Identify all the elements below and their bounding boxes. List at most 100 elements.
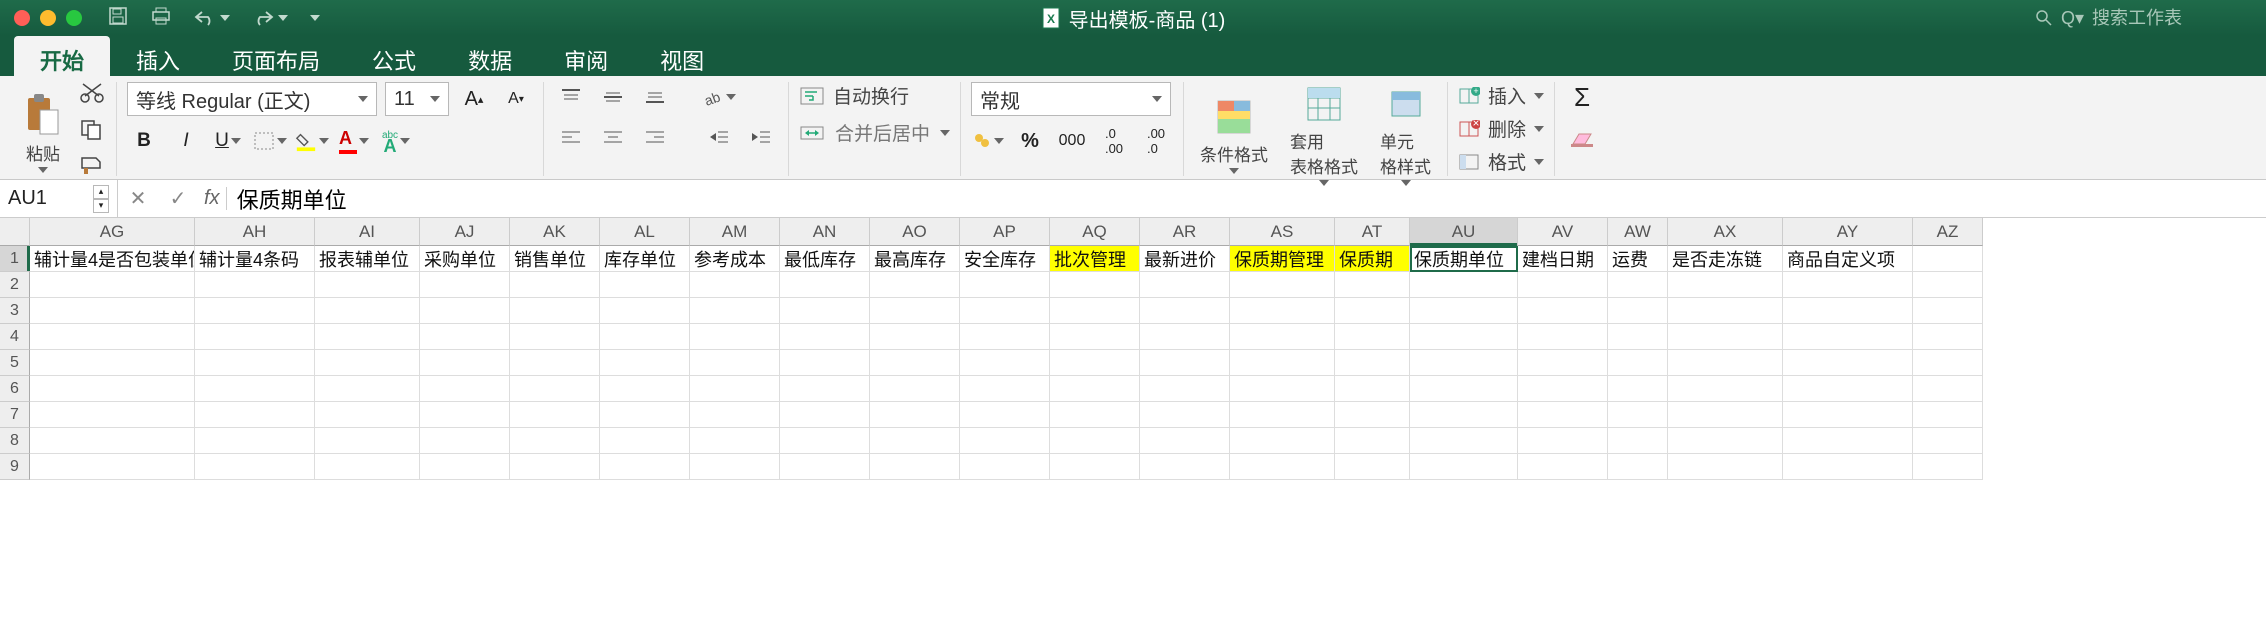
- align-middle-icon[interactable]: [596, 82, 630, 112]
- cell-AO1[interactable]: 最高库存: [870, 246, 960, 272]
- cell-AX5[interactable]: [1668, 350, 1783, 376]
- cell-AV8[interactable]: [1518, 428, 1608, 454]
- fill-color-icon[interactable]: [295, 126, 329, 156]
- col-header-AK[interactable]: AK: [510, 218, 600, 246]
- minimize-window[interactable]: [40, 10, 56, 26]
- col-header-AV[interactable]: AV: [1518, 218, 1608, 246]
- col-header-AT[interactable]: AT: [1335, 218, 1410, 246]
- col-header-AX[interactable]: AX: [1668, 218, 1783, 246]
- cell-AM4[interactable]: [690, 324, 780, 350]
- cell-AQ4[interactable]: [1050, 324, 1140, 350]
- cell-AM3[interactable]: [690, 298, 780, 324]
- cell-AO2[interactable]: [870, 272, 960, 298]
- cell-AN6[interactable]: [780, 376, 870, 402]
- cell-AG5[interactable]: [30, 350, 195, 376]
- accounting-format-icon[interactable]: [971, 126, 1005, 156]
- cell-AR2[interactable]: [1140, 272, 1230, 298]
- cell-AV6[interactable]: [1518, 376, 1608, 402]
- cell-AN8[interactable]: [780, 428, 870, 454]
- cell-AX3[interactable]: [1668, 298, 1783, 324]
- cell-AL1[interactable]: 库存单位: [600, 246, 690, 272]
- cell-AM9[interactable]: [690, 454, 780, 480]
- col-header-AY[interactable]: AY: [1783, 218, 1913, 246]
- row-header-7[interactable]: 7: [0, 402, 30, 428]
- save-icon[interactable]: [108, 6, 128, 31]
- cell-AM2[interactable]: [690, 272, 780, 298]
- cell-AO4[interactable]: [870, 324, 960, 350]
- cell-AM5[interactable]: [690, 350, 780, 376]
- cell-AK5[interactable]: [510, 350, 600, 376]
- undo-icon[interactable]: [194, 9, 230, 27]
- cell-AW6[interactable]: [1608, 376, 1668, 402]
- cell-AM1[interactable]: 参考成本: [690, 246, 780, 272]
- cell-AT6[interactable]: [1335, 376, 1410, 402]
- col-header-AO[interactable]: AO: [870, 218, 960, 246]
- font-size-select[interactable]: 11: [385, 82, 449, 116]
- font-name-select[interactable]: 等线 Regular (正文): [127, 82, 377, 116]
- cell-AU6[interactable]: [1410, 376, 1518, 402]
- align-left-icon[interactable]: [554, 122, 588, 152]
- cell-AH8[interactable]: [195, 428, 315, 454]
- cell-AI8[interactable]: [315, 428, 420, 454]
- cell-AP9[interactable]: [960, 454, 1050, 480]
- cell-AK4[interactable]: [510, 324, 600, 350]
- cell-AK7[interactable]: [510, 402, 600, 428]
- cut-icon[interactable]: [79, 82, 105, 110]
- cell-AY4[interactable]: [1783, 324, 1913, 350]
- cell-AH7[interactable]: [195, 402, 315, 428]
- cell-AO3[interactable]: [870, 298, 960, 324]
- cell-AU1[interactable]: 保质期单位: [1410, 246, 1518, 272]
- cell-AY8[interactable]: [1783, 428, 1913, 454]
- cell-AU5[interactable]: [1410, 350, 1518, 376]
- cell-styles-button[interactable]: 单元 格样式: [1374, 82, 1437, 188]
- cell-AX9[interactable]: [1668, 454, 1783, 480]
- tab-formulas[interactable]: 公式: [346, 36, 442, 76]
- search-box[interactable]: Q▾: [2035, 8, 2252, 29]
- cell-AS2[interactable]: [1230, 272, 1335, 298]
- col-header-AG[interactable]: AG: [30, 218, 195, 246]
- cell-AT5[interactable]: [1335, 350, 1410, 376]
- cell-AS5[interactable]: [1230, 350, 1335, 376]
- cell-AO5[interactable]: [870, 350, 960, 376]
- cell-AU2[interactable]: [1410, 272, 1518, 298]
- col-header-AJ[interactable]: AJ: [420, 218, 510, 246]
- cell-AQ9[interactable]: [1050, 454, 1140, 480]
- col-header-AN[interactable]: AN: [780, 218, 870, 246]
- cell-AL6[interactable]: [600, 376, 690, 402]
- cell-AU7[interactable]: [1410, 402, 1518, 428]
- font-color-icon[interactable]: A: [337, 126, 371, 156]
- cell-AU4[interactable]: [1410, 324, 1518, 350]
- cell-AS1[interactable]: 保质期管理: [1230, 246, 1335, 272]
- delete-cells-button[interactable]: × 删除: [1458, 115, 1544, 142]
- cell-AT2[interactable]: [1335, 272, 1410, 298]
- cell-AX4[interactable]: [1668, 324, 1783, 350]
- cell-AQ7[interactable]: [1050, 402, 1140, 428]
- cell-AL3[interactable]: [600, 298, 690, 324]
- cell-AX6[interactable]: [1668, 376, 1783, 402]
- cell-AH6[interactable]: [195, 376, 315, 402]
- cell-AV7[interactable]: [1518, 402, 1608, 428]
- cell-AS3[interactable]: [1230, 298, 1335, 324]
- cell-AH9[interactable]: [195, 454, 315, 480]
- cell-AK8[interactable]: [510, 428, 600, 454]
- fx-icon[interactable]: fx: [198, 187, 227, 210]
- cell-AH1[interactable]: 辅计量4条码: [195, 246, 315, 272]
- cell-AW8[interactable]: [1608, 428, 1668, 454]
- col-header-AW[interactable]: AW: [1608, 218, 1668, 246]
- cell-AY5[interactable]: [1783, 350, 1913, 376]
- enter-formula-icon[interactable]: ✓: [158, 186, 198, 211]
- shrink-font-icon[interactable]: A▾: [499, 84, 533, 114]
- cell-AS6[interactable]: [1230, 376, 1335, 402]
- cell-AM6[interactable]: [690, 376, 780, 402]
- bold-icon[interactable]: B: [127, 126, 161, 156]
- col-header-AH[interactable]: AH: [195, 218, 315, 246]
- cell-AI2[interactable]: [315, 272, 420, 298]
- tab-page-layout[interactable]: 页面布局: [206, 36, 346, 76]
- cell-AK2[interactable]: [510, 272, 600, 298]
- underline-icon[interactable]: U: [211, 126, 245, 156]
- cell-AV3[interactable]: [1518, 298, 1608, 324]
- cell-AQ2[interactable]: [1050, 272, 1140, 298]
- cell-AG7[interactable]: [30, 402, 195, 428]
- cell-AZ9[interactable]: [1913, 454, 1983, 480]
- cell-AW1[interactable]: 运费: [1608, 246, 1668, 272]
